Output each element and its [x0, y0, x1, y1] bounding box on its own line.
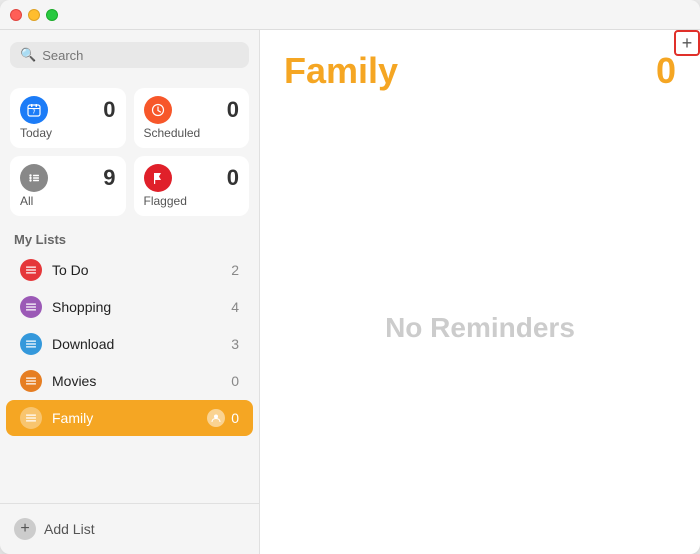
scheduled-icon [144, 96, 172, 124]
list-item-family[interactable]: Family 0 [6, 400, 253, 436]
shopping-list-count: 4 [231, 299, 239, 315]
add-list-label: Add List [44, 521, 95, 537]
today-label: Today [20, 126, 116, 140]
detail-pane: Family 0 + No Reminders [260, 30, 700, 554]
list-item-todo[interactable]: To Do 2 [6, 252, 253, 288]
today-count: 0 [103, 97, 115, 123]
svg-text:7: 7 [33, 110, 36, 116]
download-list-icon [20, 333, 42, 355]
search-icon: 🔍 [20, 47, 36, 63]
scheduled-label: Scheduled [144, 126, 240, 140]
todo-list-icon [20, 259, 42, 281]
titlebar [0, 0, 700, 30]
smart-list-today[interactable]: 7 0 Today [10, 88, 126, 148]
family-list-icon [20, 407, 42, 429]
detail-body: No Reminders [260, 102, 700, 554]
list-item-shopping[interactable]: Shopping 4 [6, 289, 253, 325]
no-reminders-text: No Reminders [385, 312, 575, 344]
shopping-list-icon [20, 296, 42, 318]
main-content: 🔍 7 [0, 30, 700, 554]
today-icon: 7 [20, 96, 48, 124]
all-icon [20, 164, 48, 192]
smart-list-flagged[interactable]: 0 Flagged [134, 156, 250, 216]
list-item-download[interactable]: Download 3 [6, 326, 253, 362]
smart-list-scheduled[interactable]: 0 Scheduled [134, 88, 250, 148]
detail-header: Family 0 [260, 30, 700, 102]
family-list-count: 0 [231, 410, 239, 426]
family-list-name: Family [52, 410, 197, 426]
movies-list-icon [20, 370, 42, 392]
download-list-name: Download [52, 336, 221, 352]
list-items: To Do 2 Shopping [0, 251, 259, 503]
traffic-lights [10, 9, 58, 21]
minimize-button[interactable] [28, 9, 40, 21]
my-lists-section-title: My Lists [0, 226, 259, 251]
sidebar: 🔍 7 [0, 30, 260, 554]
smart-list-all[interactable]: 9 All [10, 156, 126, 216]
todo-list-name: To Do [52, 262, 221, 278]
add-list-plus-icon: + [14, 518, 36, 540]
sidebar-top: 🔍 [0, 30, 259, 78]
sidebar-footer: + Add List [0, 503, 259, 554]
smart-lists-grid: 7 0 Today [0, 78, 259, 226]
detail-title: Family [284, 50, 398, 92]
flagged-icon [144, 164, 172, 192]
scheduled-count: 0 [227, 97, 239, 123]
add-list-button[interactable]: + Add List [14, 514, 245, 544]
download-list-count: 3 [231, 336, 239, 352]
movies-list-count: 0 [231, 373, 239, 389]
movies-list-name: Movies [52, 373, 221, 389]
add-reminder-button[interactable]: + [674, 30, 700, 56]
close-button[interactable] [10, 9, 22, 21]
add-reminder-button-container: + [674, 30, 700, 56]
all-label: All [20, 194, 116, 208]
todo-list-count: 2 [231, 262, 239, 278]
search-bar[interactable]: 🔍 [10, 42, 249, 68]
list-item-movies[interactable]: Movies 0 [6, 363, 253, 399]
flagged-label: Flagged [144, 194, 240, 208]
shopping-list-name: Shopping [52, 299, 221, 315]
maximize-button[interactable] [46, 9, 58, 21]
detail-count: 0 [656, 50, 676, 92]
search-input[interactable] [42, 48, 239, 63]
shared-icon [207, 409, 225, 427]
all-count: 9 [103, 165, 115, 191]
flagged-count: 0 [227, 165, 239, 191]
